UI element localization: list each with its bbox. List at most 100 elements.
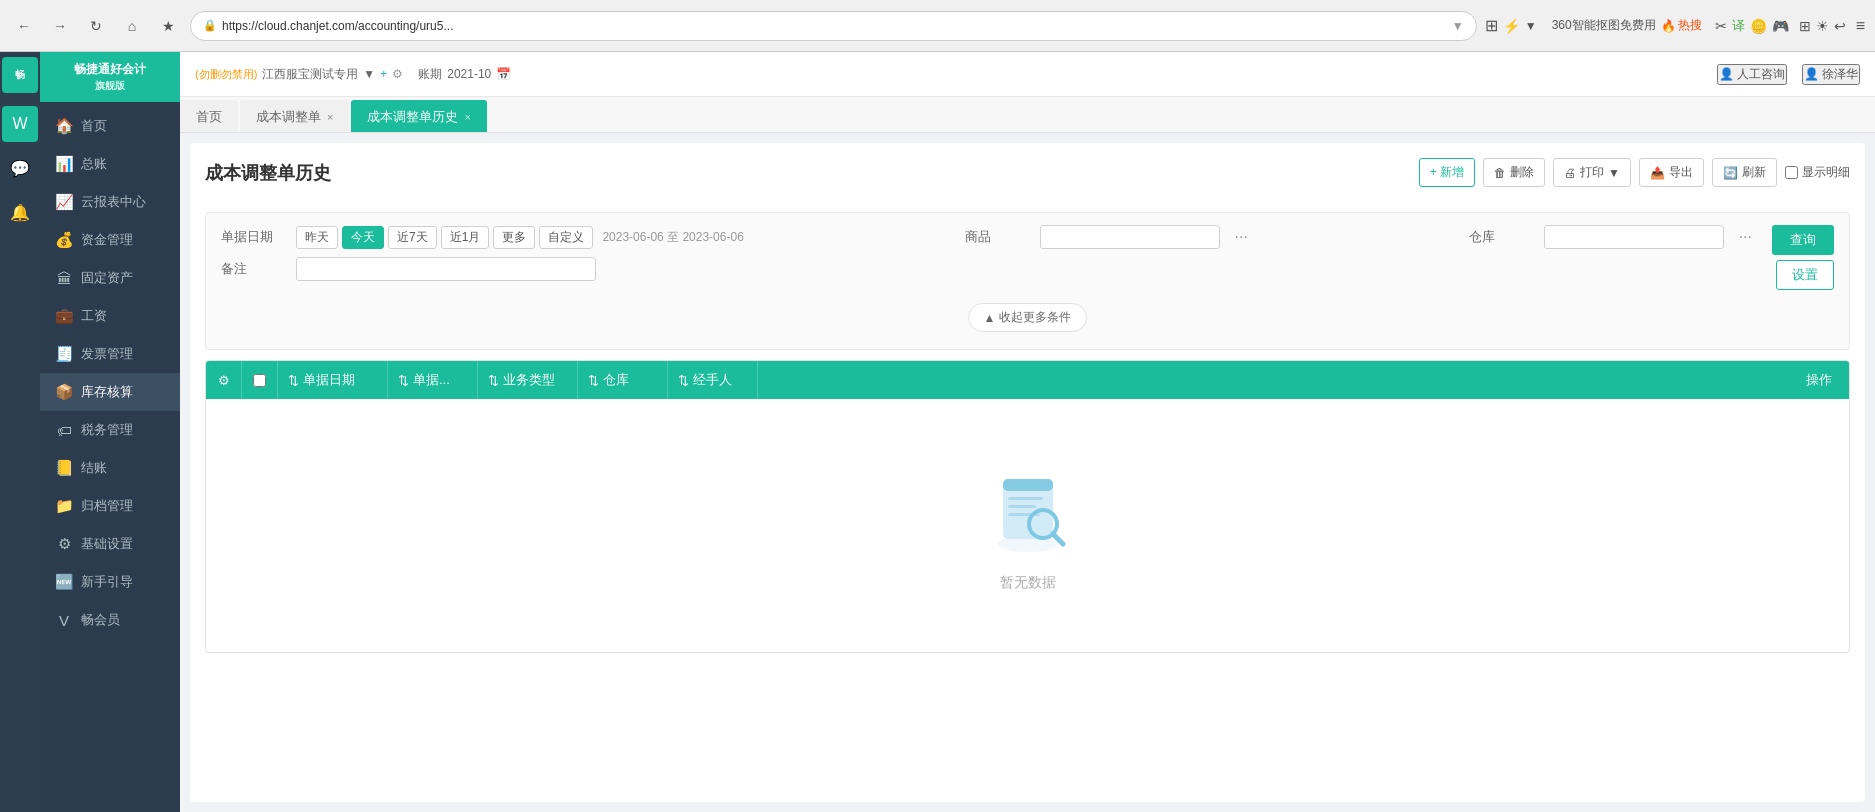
show-detail-checkbox[interactable] <box>1785 166 1798 179</box>
sidebar-item-finance[interactable]: 💰 资金管理 <box>40 221 180 259</box>
closing-icon: 📒 <box>55 459 73 477</box>
bookmark-btn[interactable]: ★ <box>154 12 182 40</box>
empty-illustration <box>978 459 1078 559</box>
tools-dropdown-icon[interactable]: ▼ <box>1525 19 1537 33</box>
grid-icon[interactable]: ⊞ <box>1485 16 1498 35</box>
export-btn[interactable]: 📤 导出 <box>1639 158 1704 187</box>
sidebar-item-label: 畅会员 <box>81 611 120 629</box>
date-btn-yesterday[interactable]: 昨天 <box>296 226 338 249</box>
set-btn[interactable]: 设置 <box>1776 260 1834 290</box>
user-service-btn[interactable]: 👤 人工咨询 <box>1717 64 1787 85</box>
date-btn-today[interactable]: 今天 <box>342 226 384 249</box>
sidebar-item-label: 总账 <box>81 155 107 173</box>
th-date[interactable]: ⇅ 单据日期 <box>278 361 388 399</box>
sidebar-item-label: 资金管理 <box>81 231 133 249</box>
menu-icon[interactable]: ≡ <box>1856 17 1865 35</box>
goods-more-icon[interactable]: ··· <box>1235 228 1248 246</box>
tab-cost-adjustment-history-close[interactable]: × <box>464 111 470 123</box>
sidebar-item-invoice[interactable]: 🧾 发票管理 <box>40 335 180 373</box>
sidebar-item-home[interactable]: 🏠 首页 <box>40 107 180 145</box>
filter-area: 单据日期 昨天 今天 近7天 近1月 更多 自定义 2023-06-06 至 2… <box>205 212 1850 350</box>
th-voucher[interactable]: ⇅ 单据... <box>388 361 478 399</box>
sidebar-item-inventory[interactable]: 📦 库存核算 <box>40 373 180 411</box>
sidebar-item-closing[interactable]: 📒 结账 <box>40 449 180 487</box>
show-detail-checkbox-label[interactable]: 显示明细 <box>1785 164 1850 181</box>
wechat-icon[interactable]: 💬 <box>2 150 38 186</box>
print-btn[interactable]: 🖨 打印 ▼ <box>1553 158 1631 187</box>
th-biztype[interactable]: ⇅ 业务类型 <box>478 361 578 399</box>
main-content: (勿删勿禁用) 江西服宝测试专用 ▼ + ⚙ 账期 2021-10 📅 👤 人工… <box>180 52 1875 812</box>
undo-icon[interactable]: ↩ <box>1834 18 1846 34</box>
sidebar-item-ledger[interactable]: 📊 总账 <box>40 145 180 183</box>
vip-icon: V <box>55 612 73 629</box>
sidebar-nav: 🏠 首页 📊 总账 📈 云报表中心 💰 资金管理 🏛 固定资产 💼 工资 <box>40 102 180 812</box>
settings-cog-icon[interactable]: ⚙ <box>392 67 403 81</box>
new-btn[interactable]: + 新增 <box>1419 158 1475 187</box>
sidebar-item-settings[interactable]: ⚙ 基础设置 <box>40 525 180 563</box>
top-bar-right: 👤 人工咨询 👤 徐泽华 <box>1717 64 1860 85</box>
table-header: ⚙ ⇅ 单据日期 ⇅ 单据... ⇅ 业务类型 <box>206 361 1849 399</box>
date-btn-custom[interactable]: 自定义 <box>539 226 593 249</box>
sort-handler-icon: ⇅ <box>678 373 689 388</box>
tab-cost-adjustment[interactable]: 成本调整单 × <box>240 100 349 132</box>
game-icon[interactable]: 🎮 <box>1772 18 1789 34</box>
avatar-icon: 👤 <box>1804 67 1819 81</box>
sidebar-item-vip[interactable]: V 畅会员 <box>40 601 180 639</box>
sidebar-item-guide[interactable]: 🆕 新手引导 <box>40 563 180 601</box>
select-all-checkbox[interactable] <box>253 374 266 387</box>
user-service-icon: 👤 <box>1719 67 1734 81</box>
th-settings[interactable]: ⚙ <box>206 361 242 399</box>
notification-icon[interactable]: 🔔 <box>2 194 38 230</box>
filter-date-row: 单据日期 昨天 今天 近7天 近1月 更多 自定义 2023-06-06 至 2… <box>221 225 1752 249</box>
home-btn[interactable]: ⌂ <box>118 12 146 40</box>
collapse-btn[interactable]: ▲ 收起更多条件 <box>968 303 1088 332</box>
lightning-icon[interactable]: ⚡ <box>1503 18 1520 34</box>
sidebar-item-tax[interactable]: 🏷 税务管理 <box>40 411 180 449</box>
refresh-btn[interactable]: 🔄 刷新 <box>1712 158 1777 187</box>
finance-icon: 💰 <box>55 231 73 249</box>
weibo-icon[interactable]: W <box>2 106 38 142</box>
url-bar[interactable]: 🔒 https://cloud.chanjet.com/accounting/u… <box>190 11 1477 41</box>
page-content-area: 成本调整单历史 + 新增 🗑 删除 🖨 打印 ▼ 📤 导出 <box>190 143 1865 802</box>
assets-icon: 🏛 <box>55 270 73 287</box>
apps-icon[interactable]: ⊞ <box>1799 18 1811 34</box>
logo-main: 畅捷通好会计 <box>74 61 146 78</box>
add-icon[interactable]: + <box>380 67 387 81</box>
th-checkbox[interactable] <box>242 361 278 399</box>
date-btn-1month[interactable]: 近1月 <box>441 226 490 249</box>
translate-icon[interactable]: 译 <box>1732 17 1745 35</box>
refresh-icon: 🔄 <box>1723 166 1738 180</box>
remark-filter-label: 备注 <box>221 260 281 278</box>
tab-cost-adjustment-history[interactable]: 成本调整单历史 × <box>351 100 486 132</box>
query-btn[interactable]: 查询 <box>1772 225 1834 255</box>
sidebar-item-archive[interactable]: 📁 归档管理 <box>40 487 180 525</box>
page-title-bar: 成本调整单历史 + 新增 🗑 删除 🖨 打印 ▼ 📤 导出 <box>205 158 1850 197</box>
warehouse-input[interactable] <box>1544 225 1724 249</box>
forward-btn[interactable]: → <box>46 12 74 40</box>
sidebar-item-salary[interactable]: 💼 工资 <box>40 297 180 335</box>
company-selector[interactable]: (勿删勿禁用) 江西服宝测试专用 ▼ + ⚙ <box>195 66 403 83</box>
date-btn-7days[interactable]: 近7天 <box>388 226 437 249</box>
back-btn[interactable]: ← <box>10 12 38 40</box>
tab-home[interactable]: 首页 <box>180 100 238 132</box>
sidebar-item-label: 云报表中心 <box>81 193 146 211</box>
theme-icon[interactable]: ☀ <box>1816 18 1829 34</box>
warehouse-more-icon[interactable]: ··· <box>1739 228 1752 246</box>
refresh-btn[interactable]: ↻ <box>82 12 110 40</box>
url-dropdown-icon: ▼ <box>1452 19 1464 33</box>
delete-btn[interactable]: 🗑 删除 <box>1483 158 1545 187</box>
sidebar-item-report[interactable]: 📈 云报表中心 <box>40 183 180 221</box>
tab-cost-adjustment-close[interactable]: × <box>327 111 333 123</box>
th-handler[interactable]: ⇅ 经手人 <box>668 361 758 399</box>
sidebar-item-assets[interactable]: 🏛 固定资产 <box>40 259 180 297</box>
goods-input[interactable] <box>1040 225 1220 249</box>
calendar-icon[interactable]: 📅 <box>496 67 511 81</box>
th-warehouse[interactable]: ⇅ 仓库 <box>578 361 668 399</box>
remark-input[interactable] <box>296 257 596 281</box>
date-filter-label: 单据日期 <box>221 228 281 246</box>
scissors-icon[interactable]: ✂ <box>1715 18 1727 34</box>
coin-icon[interactable]: 🪙 <box>1750 18 1767 34</box>
date-btns: 昨天 今天 近7天 近1月 更多 自定义 2023-06-06 至 2023-0… <box>296 226 744 249</box>
user-profile-btn[interactable]: 👤 徐泽华 <box>1802 64 1860 85</box>
date-btn-more[interactable]: 更多 <box>493 226 535 249</box>
